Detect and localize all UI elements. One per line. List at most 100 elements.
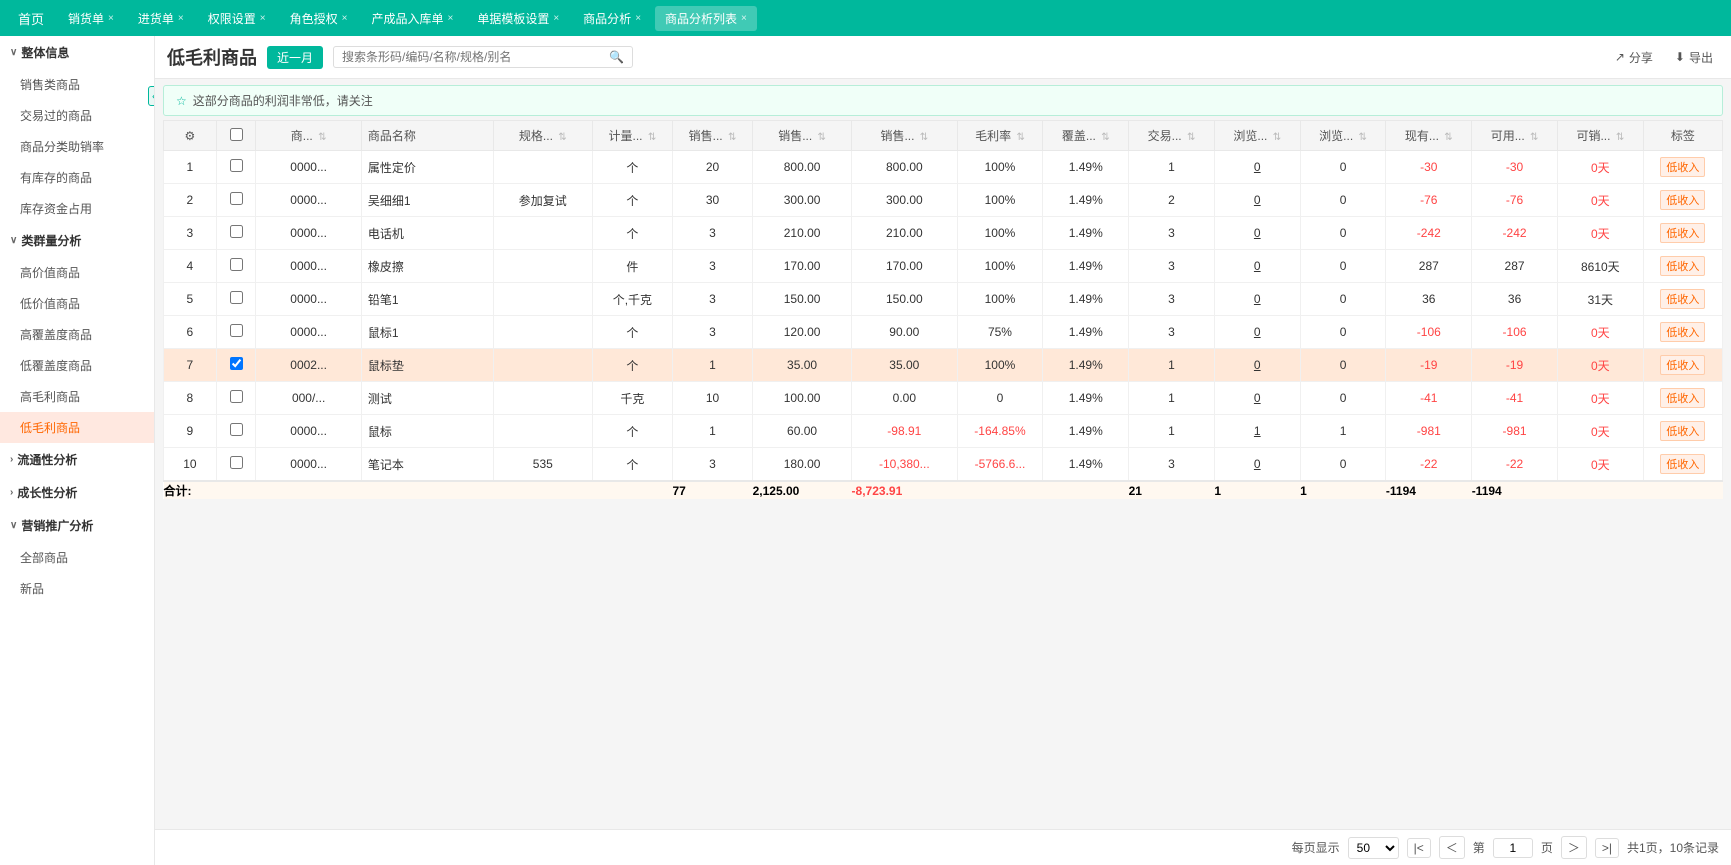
col-header-sellable[interactable]: 可销... ⇅ — [1557, 121, 1643, 151]
sidebar-item-low-profit[interactable]: 低毛利商品 — [0, 412, 154, 443]
sort-icon[interactable]: ⇅ — [920, 132, 928, 143]
row-checkbox[interactable] — [230, 291, 243, 304]
browse1-link[interactable]: 0 — [1254, 259, 1261, 273]
col-header-settings[interactable]: ⚙ — [164, 121, 217, 151]
col-header-current[interactable]: 现有... ⇅ — [1386, 121, 1472, 151]
row-check[interactable] — [216, 283, 256, 316]
col-header-browse2[interactable]: 浏览... ⇅ — [1300, 121, 1386, 151]
col-header-sales-price[interactable]: 销售... ⇅ — [753, 121, 852, 151]
sidebar-item-low-coverage[interactable]: 低覆盖度商品 — [0, 350, 154, 381]
row-browse1[interactable]: 0 — [1214, 349, 1300, 382]
col-header-tag[interactable]: 标签 — [1643, 121, 1722, 151]
col-header-avail[interactable]: 可用... ⇅ — [1472, 121, 1558, 151]
browse1-link[interactable]: 0 — [1254, 226, 1261, 240]
nav-permission[interactable]: 权限设置 × — [198, 6, 276, 31]
row-checkbox[interactable] — [230, 159, 243, 172]
row-browse1[interactable]: 0 — [1214, 250, 1300, 283]
sort-icon[interactable]: ⇅ — [1101, 132, 1109, 143]
sidebar-item-traded-goods[interactable]: 交易过的商品 — [0, 100, 154, 131]
sidebar-group-overall[interactable]: ∨ 整体信息 — [0, 36, 154, 69]
sort-icon[interactable]: ⇅ — [1359, 132, 1367, 143]
sort-icon[interactable]: ⇅ — [558, 132, 566, 143]
col-header-profit-rate[interactable]: 毛利率 ⇅ — [957, 121, 1043, 151]
row-check[interactable] — [216, 250, 256, 283]
sidebar-item-high-coverage[interactable]: 高覆盖度商品 — [0, 319, 154, 350]
row-browse1[interactable]: 0 — [1214, 448, 1300, 482]
sort-icon[interactable]: ⇅ — [1616, 132, 1624, 143]
sidebar-group-circulation[interactable]: › 流通性分析 — [0, 443, 154, 476]
nav-close-icon[interactable]: × — [342, 13, 348, 24]
col-header-name[interactable]: 商品名称 — [361, 121, 493, 151]
col-header-cover[interactable]: 覆盖... ⇅ — [1043, 121, 1129, 151]
row-check[interactable] — [216, 316, 256, 349]
nav-close-icon[interactable]: × — [260, 13, 266, 24]
row-checkbox[interactable] — [230, 258, 243, 271]
row-browse1[interactable]: 0 — [1214, 184, 1300, 217]
page-number-input[interactable] — [1493, 838, 1533, 858]
row-checkbox[interactable] — [230, 324, 243, 337]
browse1-link[interactable]: 0 — [1254, 457, 1261, 471]
col-header-sales-qty[interactable]: 销售... ⇅ — [672, 121, 752, 151]
col-header-trade[interactable]: 交易... ⇅ — [1129, 121, 1215, 151]
nav-close-icon[interactable]: × — [553, 13, 559, 24]
browse1-link[interactable]: 0 — [1254, 292, 1261, 306]
sidebar-item-category-rate[interactable]: 商品分类助销率 — [0, 131, 154, 162]
sort-icon[interactable]: ⇅ — [1444, 132, 1452, 143]
row-checkbox[interactable] — [230, 225, 243, 238]
sidebar-group-growth[interactable]: › 成长性分析 — [0, 476, 154, 509]
last-page-button[interactable]: >| — [1595, 838, 1619, 858]
row-checkbox[interactable] — [230, 192, 243, 205]
row-checkbox[interactable] — [230, 390, 243, 403]
browse1-link[interactable]: 0 — [1254, 391, 1261, 405]
sort-icon[interactable]: ⇅ — [1273, 132, 1281, 143]
row-check[interactable] — [216, 382, 256, 415]
search-input[interactable] — [342, 50, 609, 64]
col-header-unit[interactable]: 计量... ⇅ — [592, 121, 672, 151]
browse1-link[interactable]: 1 — [1254, 424, 1261, 438]
page-size-select[interactable]: 50 100 200 — [1348, 837, 1399, 859]
first-page-button[interactable]: |< — [1407, 838, 1431, 858]
row-browse1[interactable]: 0 — [1214, 151, 1300, 184]
sidebar-item-high-profit[interactable]: 高毛利商品 — [0, 381, 154, 412]
next-page-button[interactable]: ＞ — [1561, 836, 1587, 859]
browse1-link[interactable]: 0 — [1254, 325, 1261, 339]
sort-icon[interactable]: ⇅ — [1187, 132, 1195, 143]
sidebar-item-all-goods[interactable]: 全部商品 — [0, 542, 154, 573]
search-icon[interactable]: 🔍 — [609, 50, 624, 64]
nav-doc-template[interactable]: 单据模板设置 × — [467, 6, 569, 31]
browse1-link[interactable]: 0 — [1254, 358, 1261, 372]
nav-sales-order[interactable]: 销货单 × — [58, 6, 124, 31]
col-header-code[interactable]: 商... ⇅ — [256, 121, 362, 151]
nav-close-icon[interactable]: × — [447, 13, 453, 24]
nav-role-auth[interactable]: 角色授权 × — [280, 6, 358, 31]
sidebar-item-new-goods[interactable]: 新品 — [0, 573, 154, 604]
col-header-spec[interactable]: 规格... ⇅ — [493, 121, 592, 151]
sort-icon[interactable]: ⇅ — [318, 132, 326, 143]
row-check[interactable] — [216, 184, 256, 217]
row-checkbox[interactable] — [230, 456, 243, 469]
row-browse1[interactable]: 0 — [1214, 316, 1300, 349]
nav-close-icon[interactable]: × — [108, 13, 114, 24]
sort-icon[interactable]: ⇅ — [728, 132, 736, 143]
sort-icon[interactable]: ⇅ — [1530, 132, 1538, 143]
browse1-link[interactable]: 0 — [1254, 193, 1261, 207]
sort-icon[interactable]: ⇅ — [648, 132, 656, 143]
sidebar-item-low-value[interactable]: 低价值商品 — [0, 288, 154, 319]
row-check[interactable] — [216, 349, 256, 382]
nav-home[interactable]: 首页 — [8, 5, 54, 32]
sidebar-collapse-button[interactable]: « — [148, 86, 155, 106]
row-checkbox[interactable] — [230, 357, 243, 370]
nav-close-icon[interactable]: × — [741, 13, 747, 24]
row-browse1[interactable]: 0 — [1214, 382, 1300, 415]
nav-product-inbound[interactable]: 产成品入库单 × — [361, 6, 463, 31]
nav-close-icon[interactable]: × — [635, 13, 641, 24]
row-check[interactable] — [216, 151, 256, 184]
nav-purchase-order[interactable]: 进货单 × — [128, 6, 194, 31]
nav-close-icon[interactable]: × — [178, 13, 184, 24]
row-browse1[interactable]: 1 — [1214, 415, 1300, 448]
sort-icon[interactable]: ⇅ — [818, 132, 826, 143]
row-browse1[interactable]: 0 — [1214, 283, 1300, 316]
browse1-link[interactable]: 0 — [1254, 160, 1261, 174]
settings-icon[interactable]: ⚙ — [185, 129, 196, 143]
row-check[interactable] — [216, 415, 256, 448]
